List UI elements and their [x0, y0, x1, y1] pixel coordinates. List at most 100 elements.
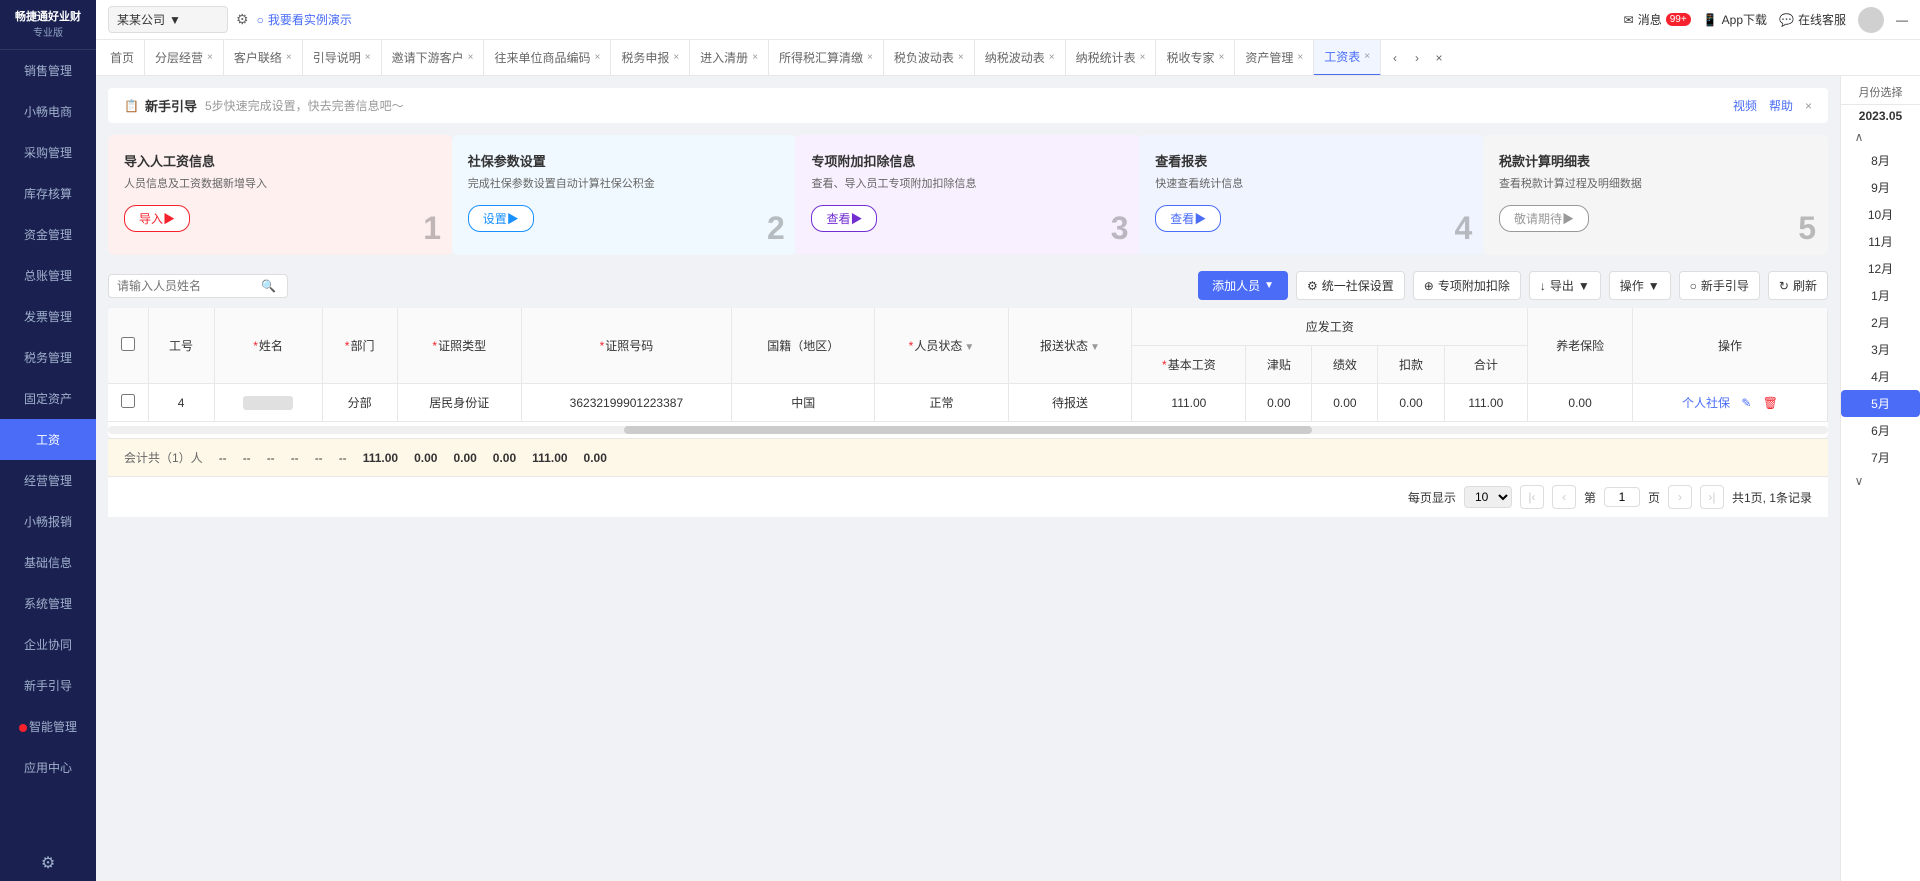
action-delete[interactable]: 🗑 [1763, 396, 1778, 410]
demo-label[interactable]: 我要看实例演示 [268, 11, 352, 28]
sidebar-item-operations[interactable]: 经营管理 [0, 460, 96, 501]
sidebar-item-tax[interactable]: 税务管理 [0, 337, 96, 378]
sidebar-item-ledger[interactable]: 总账管理 [0, 255, 96, 296]
app-download-btn[interactable]: 📱 App下载 [1703, 11, 1767, 28]
month-item-4[interactable]: 4月 [1841, 363, 1920, 390]
action-edit[interactable]: ✎ [1741, 396, 1751, 410]
action-social-insurance[interactable]: 个人社保 [1682, 396, 1730, 410]
sidebar-item-expense[interactable]: 小畅报销 [0, 501, 96, 542]
step3-btn[interactable]: 查看▶ [811, 205, 877, 232]
sidebar-item-inventory[interactable]: 库存核算 [0, 173, 96, 214]
sidebar-item-system[interactable]: 系统管理 [0, 583, 96, 624]
close-tab-layered-icon[interactable]: × [207, 52, 213, 63]
demo-link[interactable]: ○ 我要看实例演示 [257, 11, 352, 28]
close-tab-burden-icon[interactable]: × [958, 52, 964, 63]
sidebar-item-invoice[interactable]: 发票管理 [0, 296, 96, 337]
scroll-thumb[interactable] [624, 426, 1312, 434]
export-btn[interactable]: ↓ 导出 ▼ [1529, 271, 1601, 300]
company-selector[interactable]: 某某公司 ▼ [108, 6, 228, 33]
tab-scroll-left-btn[interactable]: ‹ [1385, 48, 1405, 68]
tab-tax-stats[interactable]: 纳税统计表 × [1066, 40, 1157, 76]
month-item-12[interactable]: 12月 [1841, 255, 1920, 282]
sidebar-item-ecommerce[interactable]: 小畅电商 [0, 91, 96, 132]
close-tab-clearance-icon[interactable]: × [752, 52, 758, 63]
settings-icon[interactable]: ⚙ [41, 855, 55, 872]
help-link[interactable]: 帮助 [1769, 97, 1793, 114]
month-item-5[interactable]: 5月 [1841, 390, 1920, 417]
page-first-btn[interactable]: |‹ [1520, 485, 1544, 509]
settings-icon[interactable]: ⚙ [236, 11, 249, 28]
close-tab-tax-icon[interactable]: × [673, 52, 679, 63]
select-all-checkbox[interactable] [121, 337, 135, 351]
sidebar-item-collab[interactable]: 企业协同 [0, 624, 96, 665]
sidebar-item-ai[interactable]: 智能管理 [0, 706, 96, 747]
tab-home[interactable]: 首页 [100, 40, 145, 76]
tab-product-code[interactable]: 往来单位商品编码 × [484, 40, 611, 76]
step2-btn[interactable]: 设置▶ [468, 205, 534, 232]
tab-tax-burden[interactable]: 税负波动表 × [884, 40, 975, 76]
tab-layered[interactable]: 分层经营 × [145, 40, 224, 76]
month-item-11[interactable]: 11月 [1841, 228, 1920, 255]
close-guide-icon[interactable]: × [1805, 99, 1812, 113]
step1-btn[interactable]: 导入▶ [124, 205, 190, 232]
online-service-btn[interactable]: 💬 在线客服 [1779, 11, 1846, 28]
month-next-year-btn[interactable]: ∨ [1849, 471, 1869, 491]
tab-tax-expert[interactable]: 税收专家 × [1156, 40, 1235, 76]
page-num-input[interactable] [1604, 487, 1640, 507]
search-input[interactable] [117, 279, 257, 293]
row-checkbox[interactable] [121, 394, 135, 408]
tab-scroll-right-btn[interactable]: › [1407, 48, 1427, 68]
close-tab-invite-icon[interactable]: × [468, 52, 474, 63]
month-item-6[interactable]: 6月 [1841, 417, 1920, 444]
close-tab-asset-icon[interactable]: × [1297, 52, 1303, 63]
sidebar-item-assets[interactable]: 固定资产 [0, 378, 96, 419]
month-item-10[interactable]: 10月 [1841, 201, 1920, 228]
horizontal-scrollbar[interactable] [108, 426, 1828, 434]
special-deduct-btn[interactable]: ⊕ 专项附加扣除 [1413, 271, 1521, 300]
close-tab-expert-icon[interactable]: × [1218, 52, 1224, 63]
month-item-8[interactable]: 8月 [1841, 147, 1920, 174]
tab-asset-mgmt[interactable]: 资产管理 × [1235, 40, 1314, 76]
newguide-btn[interactable]: ○ 新手引导 [1679, 271, 1760, 300]
close-tab-fluctuation-icon[interactable]: × [1049, 52, 1055, 63]
month-item-9[interactable]: 9月 [1841, 174, 1920, 201]
tab-tax-report[interactable]: 税务申报 × [611, 40, 690, 76]
refresh-btn[interactable]: ↻ 刷新 [1768, 271, 1828, 300]
video-link[interactable]: 视频 [1733, 97, 1757, 114]
tab-payroll-table[interactable]: 工资表 × [1314, 40, 1381, 76]
page-last-btn[interactable]: ›| [1700, 485, 1724, 509]
action-btn[interactable]: 操作 ▼ [1609, 271, 1671, 300]
step5-btn[interactable]: 敬请期待▶ [1499, 205, 1589, 232]
tab-income-tax[interactable]: 所得税汇算清缴 × [769, 40, 884, 76]
page-size-select[interactable]: 10 20 50 [1464, 486, 1512, 508]
message-btn[interactable]: ✉ 消息 99+ [1624, 11, 1691, 28]
page-next-btn[interactable]: › [1668, 485, 1692, 509]
month-item-7[interactable]: 7月 [1841, 444, 1920, 471]
month-item-2[interactable]: 2月 [1841, 309, 1920, 336]
social-settings-btn[interactable]: ⚙ 统一社保设置 [1296, 271, 1405, 300]
close-tab-customer-icon[interactable]: × [286, 52, 292, 63]
tab-invite[interactable]: 邀请下游客户 × [382, 40, 485, 76]
tab-tax-fluctuation[interactable]: 纳税波动表 × [975, 40, 1066, 76]
tab-guide-info[interactable]: 引导说明 × [303, 40, 382, 76]
close-tab-guide-icon[interactable]: × [365, 52, 371, 63]
tab-close-all-btn[interactable]: × [1429, 48, 1449, 68]
page-prev-btn[interactable]: ‹ [1552, 485, 1576, 509]
month-item-1[interactable]: 1月 [1841, 282, 1920, 309]
step4-btn[interactable]: 查看▶ [1155, 205, 1221, 232]
close-tab-stats-icon[interactable]: × [1140, 52, 1146, 63]
month-item-3[interactable]: 3月 [1841, 336, 1920, 363]
sidebar-item-basic[interactable]: 基础信息 [0, 542, 96, 583]
tab-clearance[interactable]: 进入清册 × [690, 40, 769, 76]
sidebar-item-purchase[interactable]: 采购管理 [0, 132, 96, 173]
close-tab-product-icon[interactable]: × [594, 52, 600, 63]
close-tab-payroll-icon[interactable]: × [1364, 51, 1370, 62]
sidebar-item-guide[interactable]: 新手引导 [0, 665, 96, 706]
sidebar-item-finance[interactable]: 资金管理 [0, 214, 96, 255]
add-person-button[interactable]: 添加人员 ▼ [1198, 271, 1288, 300]
sidebar-item-payroll[interactable]: 工资 [0, 419, 96, 460]
tab-customer[interactable]: 客户联络 × [224, 40, 303, 76]
search-icon[interactable]: 🔍 [261, 279, 276, 293]
sidebar-item-sales[interactable]: 销售管理 [0, 50, 96, 91]
sidebar-item-appstore[interactable]: 应用中心 [0, 747, 96, 788]
